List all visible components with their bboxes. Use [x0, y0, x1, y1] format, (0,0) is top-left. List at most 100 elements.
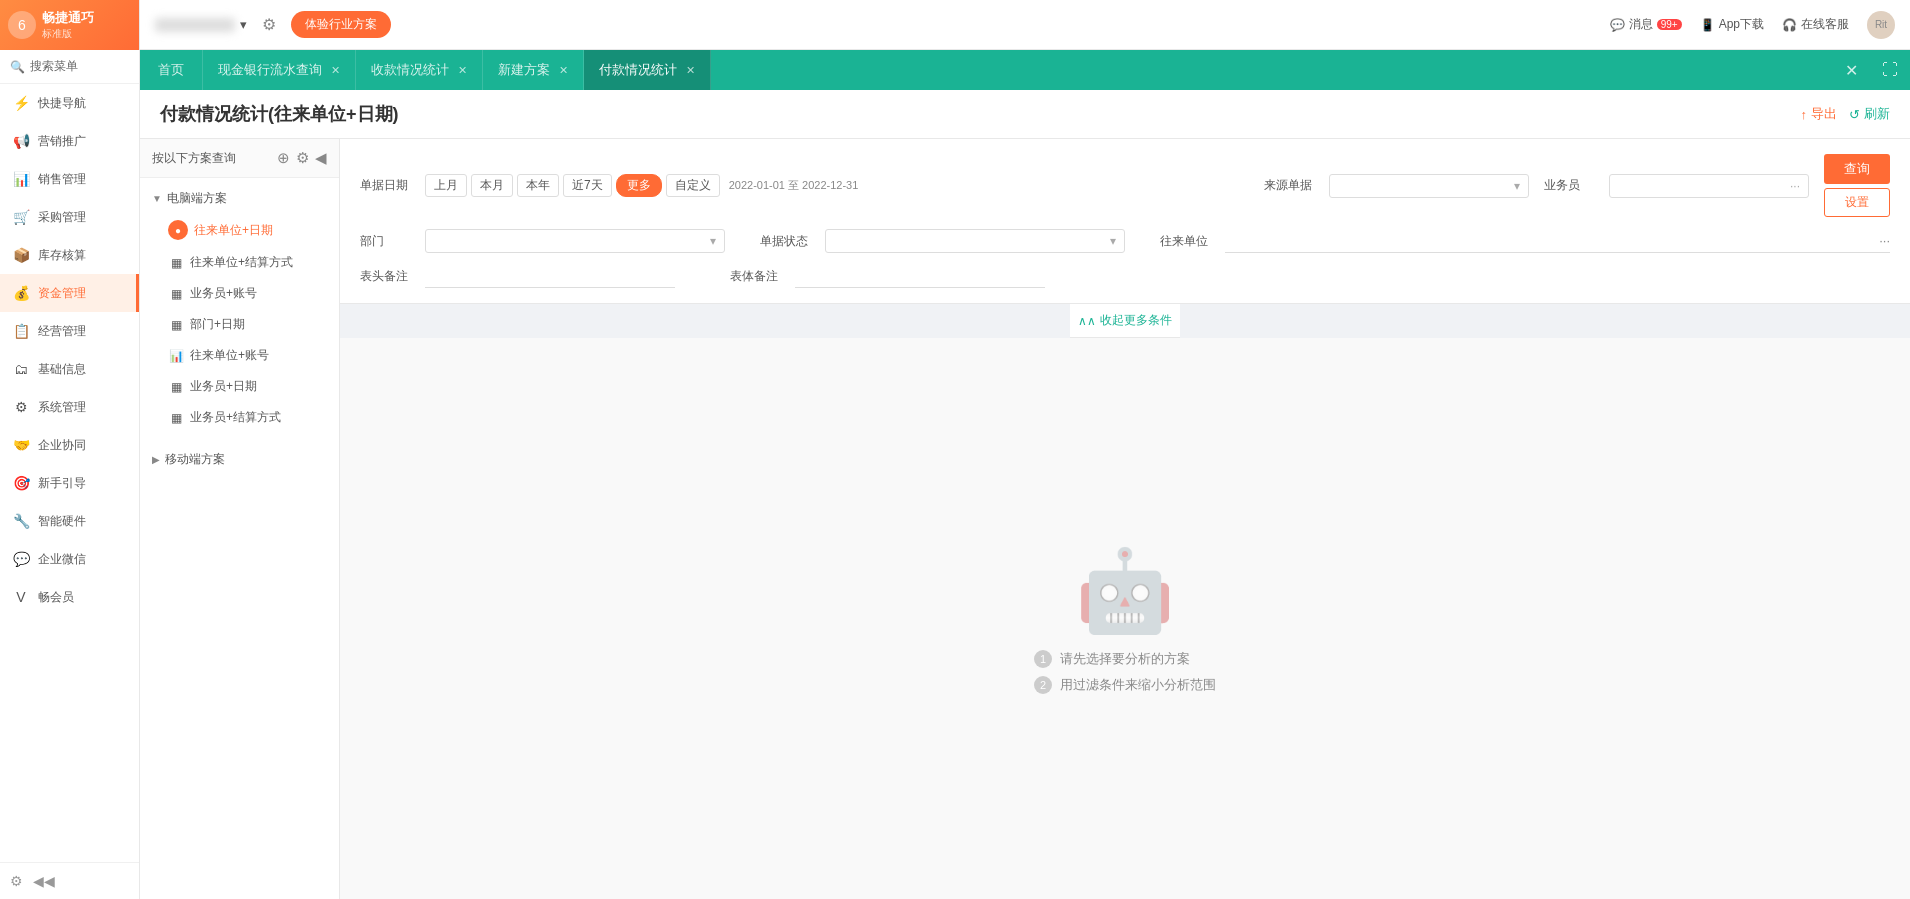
sidebar-item-label: 采购管理 — [38, 209, 86, 226]
main-area: ▾ ⚙ 体验行业方案 💬 消息 99+ 📱 App下载 🎧 在线客服 Rit — [140, 0, 1910, 899]
mobile-section-arrow-icon: ▶ — [152, 454, 160, 465]
table-header-note-input[interactable] — [425, 265, 675, 288]
topbar-right: 💬 消息 99+ 📱 App下载 🎧 在线客服 Rit — [1610, 11, 1895, 39]
tab-new-scheme-label: 新建方案 — [498, 61, 550, 79]
scheme-item-staff-account[interactable]: ▦ 业务员+账号 — [140, 278, 339, 309]
sidebar-item-basic-info[interactable]: 🗂 基础信息 — [0, 350, 139, 388]
scheme-settings-icon[interactable]: ⚙ — [296, 149, 309, 167]
custom-btn[interactable]: 自定义 — [666, 174, 720, 197]
filter-row-3: 表头备注 表体备注 — [360, 265, 1890, 288]
related-unit-label: 往来单位 — [1160, 233, 1210, 250]
query-btn[interactable]: 查询 — [1824, 154, 1890, 184]
source-doc-chevron-icon: ▾ — [1514, 179, 1520, 193]
scheme-item-unit-date[interactable]: ● 往来单位+日期 — [140, 213, 339, 247]
sidebar-item-label: 畅会员 — [38, 589, 74, 606]
tab-new-scheme[interactable]: 新建方案 ✕ — [483, 50, 584, 90]
scheme-item-unit-settlement[interactable]: ▦ 往来单位+结算方式 — [140, 247, 339, 278]
scheme-item-label: 往来单位+日期 — [194, 222, 273, 239]
user-avatar[interactable]: Rit — [1867, 11, 1895, 39]
export-btn[interactable]: ↑ 导出 — [1801, 105, 1838, 123]
table-body-note-input[interactable] — [795, 265, 1045, 288]
scheme-item-label: 部门+日期 — [190, 316, 245, 333]
last-7days-btn[interactable]: 近7天 — [563, 174, 612, 197]
search-menu[interactable]: 🔍 搜索菜单 — [0, 50, 139, 84]
wechat-icon: 💬 — [12, 550, 30, 568]
sidebar-item-label: 企业微信 — [38, 551, 86, 568]
tab-expand-icon[interactable]: ⛶ — [1870, 61, 1910, 79]
tab-bank-flow-label: 现金银行流水查询 — [218, 61, 322, 79]
scheme-add-icon[interactable]: ⊕ — [277, 149, 290, 167]
app-logo-icon: 6 — [8, 11, 36, 39]
tab-receivable[interactable]: 收款情况统计 ✕ — [356, 50, 483, 90]
sidebar-item-vip[interactable]: V 畅会员 — [0, 578, 139, 616]
tab-payment-stats[interactable]: 付款情况统计 ✕ — [584, 50, 711, 90]
customer-service-btn[interactable]: 🎧 在线客服 — [1782, 16, 1849, 33]
tab-close-all-icon[interactable]: ✕ — [1833, 61, 1870, 80]
last-month-btn[interactable]: 上月 — [425, 174, 467, 197]
dept-select[interactable]: ▾ — [425, 229, 725, 253]
sidebar-item-inventory[interactable]: 📦 库存核算 — [0, 236, 139, 274]
refresh-label: 刷新 — [1864, 105, 1890, 123]
sidebar-item-quick-nav[interactable]: ⚡ 快捷导航 — [0, 84, 139, 122]
app-download-btn[interactable]: 📱 App下载 — [1700, 16, 1764, 33]
sidebar-item-marketing[interactable]: 📢 营销推广 — [0, 122, 139, 160]
sidebar-item-purchase[interactable]: 🛒 采购管理 — [0, 198, 139, 236]
sidebar-nav: ⚡ 快捷导航 📢 营销推广 📊 销售管理 🛒 采购管理 📦 库存核算 💰 资金管… — [0, 84, 139, 862]
sidebar-item-hardware[interactable]: 🔧 智能硬件 — [0, 502, 139, 540]
refresh-icon: ↺ — [1849, 107, 1860, 122]
company-selector[interactable]: ▾ — [155, 17, 247, 32]
scheme-item-staff-settlement[interactable]: ▦ 业务员+结算方式 — [140, 402, 339, 433]
doc-status-select[interactable]: ▾ — [825, 229, 1125, 253]
trial-btn[interactable]: 体验行业方案 — [291, 11, 391, 38]
source-doc-select[interactable]: ▾ — [1329, 174, 1529, 198]
staff-select[interactable]: ··· — [1609, 174, 1809, 198]
content-area: 付款情况统计(往来单位+日期) ↑ 导出 ↺ 刷新 按以下方案查询 ⊕ — [140, 90, 1910, 899]
refresh-btn[interactable]: ↺ 刷新 — [1849, 105, 1890, 123]
tab-bank-flow-close-icon[interactable]: ✕ — [331, 64, 340, 77]
scheme-item-staff-date[interactable]: ▦ 业务员+日期 — [140, 371, 339, 402]
current-year-btn[interactable]: 本年 — [517, 174, 559, 197]
pc-scheme-section-title[interactable]: ▼ 电脑端方案 — [140, 184, 339, 213]
scheme-item-unit-account[interactable]: 📊 往来单位+账号 — [140, 340, 339, 371]
scheme-grid-icon: ▦ — [168, 379, 184, 395]
more-btn[interactable]: 更多 — [616, 174, 662, 197]
topbar-settings-icon[interactable]: ⚙ — [262, 15, 276, 34]
sidebar-item-label: 企业协同 — [38, 437, 86, 454]
sidebar-item-finance[interactable]: 💰 资金管理 — [0, 274, 139, 312]
tab-payment-stats-label: 付款情况统计 — [599, 61, 677, 79]
tip-num-1: 1 — [1034, 650, 1052, 668]
sidebar-item-label: 新手引导 — [38, 475, 86, 492]
notification-label: 消息 — [1629, 16, 1653, 33]
marketing-icon: 📢 — [12, 132, 30, 150]
settings-btn[interactable]: 设置 — [1824, 188, 1890, 217]
date-buttons: 上月 本月 本年 近7天 更多 自定义 2022-01-01 至 2022-12… — [425, 174, 858, 197]
current-month-btn[interactable]: 本月 — [471, 174, 513, 197]
sidebar-item-label: 销售管理 — [38, 171, 86, 188]
sidebar-item-guide[interactable]: 🎯 新手引导 — [0, 464, 139, 502]
tab-receivable-close-icon[interactable]: ✕ — [458, 64, 467, 77]
scheme-item-dept-date[interactable]: ▦ 部门+日期 — [140, 309, 339, 340]
sidebar-item-operations[interactable]: 📋 经营管理 — [0, 312, 139, 350]
mobile-scheme-section-title[interactable]: ▶ 移动端方案 — [140, 445, 339, 474]
filter-row-1: 单据日期 上月 本月 本年 近7天 更多 自定义 2022-01-01 至 20… — [360, 154, 1890, 217]
source-doc-label: 来源单据 — [1264, 177, 1314, 194]
sidebar-item-system[interactable]: ⚙ 系统管理 — [0, 388, 139, 426]
sidebar-item-wechat[interactable]: 💬 企业微信 — [0, 540, 139, 578]
notification-icon: 💬 — [1610, 18, 1625, 32]
sidebar-collapse-icon[interactable]: ◀◀ — [33, 873, 55, 889]
tab-bank-flow[interactable]: 现金银行流水查询 ✕ — [203, 50, 356, 90]
body-split: 按以下方案查询 ⊕ ⚙ ◀ ▼ 电脑端方案 ● 往来单位+日期 — [140, 139, 1910, 899]
scheme-collapse-icon[interactable]: ◀ — [315, 149, 327, 167]
tab-payment-stats-close-icon[interactable]: ✕ — [686, 64, 695, 77]
export-icon: ↑ — [1801, 107, 1808, 122]
collapse-conditions-btn[interactable]: ∧∧ 收起更多条件 — [1070, 304, 1180, 338]
notification-btn[interactable]: 💬 消息 99+ — [1610, 16, 1682, 33]
staff-chevron-icon: ··· — [1790, 179, 1800, 193]
tab-home[interactable]: 首页 — [140, 50, 203, 90]
related-unit-dots[interactable]: ··· — [1879, 233, 1890, 248]
sidebar-item-enterprise[interactable]: 🤝 企业协同 — [0, 426, 139, 464]
tab-new-scheme-close-icon[interactable]: ✕ — [559, 64, 568, 77]
empty-state: 🤖 1 请先选择要分析的方案 2 用过滤条件来缩小分析范围 — [340, 338, 1910, 899]
sidebar-settings-icon[interactable]: ⚙ — [10, 873, 23, 889]
sidebar-item-sales[interactable]: 📊 销售管理 — [0, 160, 139, 198]
